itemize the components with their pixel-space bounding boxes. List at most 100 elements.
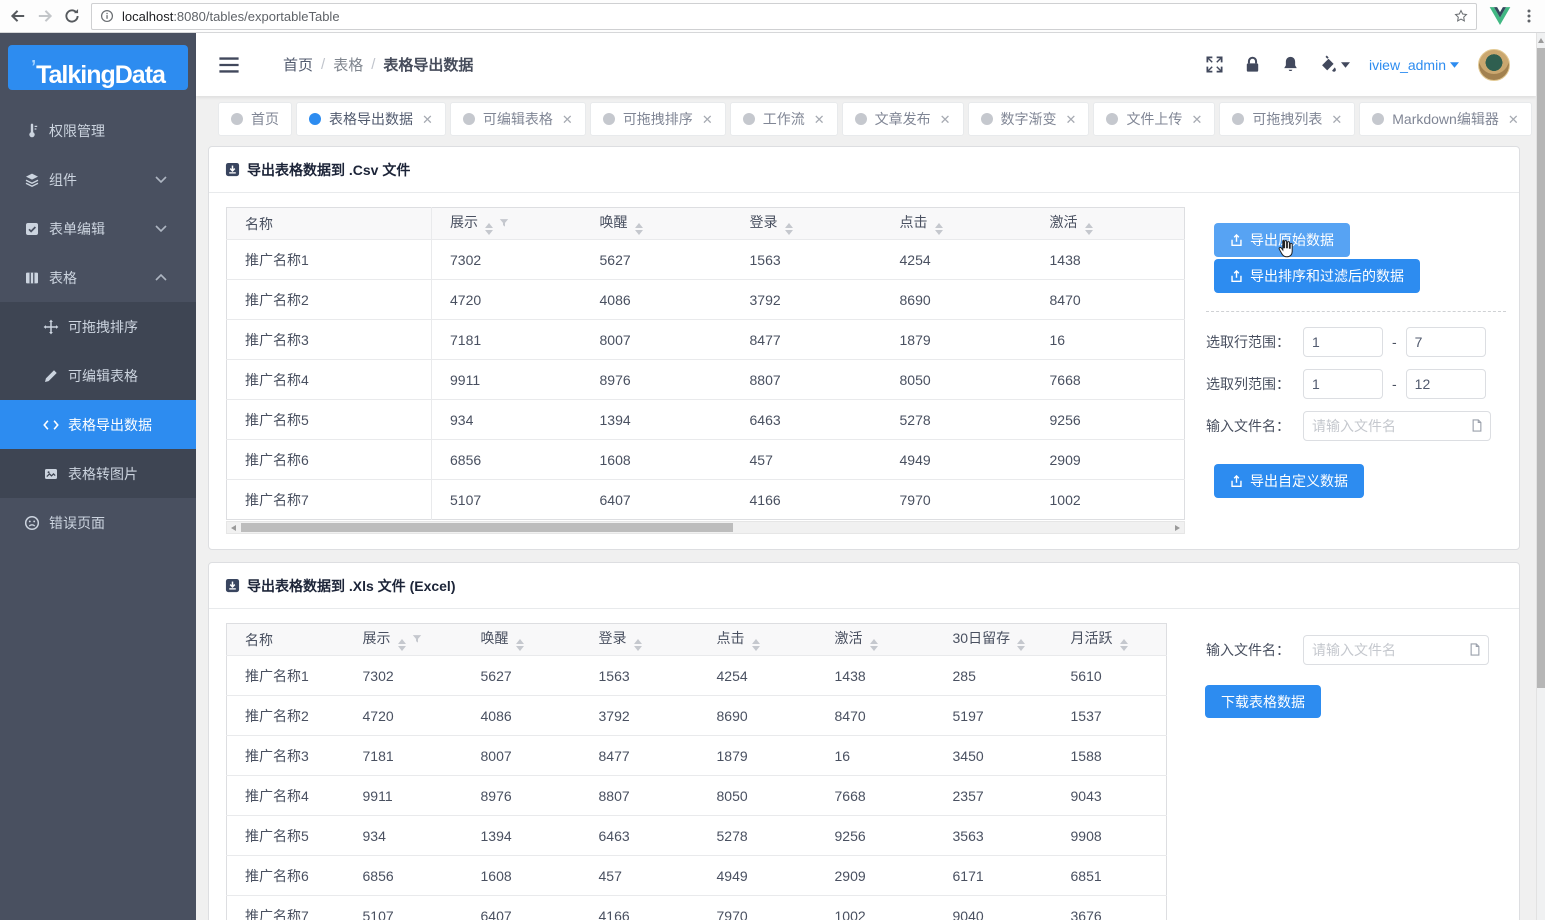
- tab-label: 首页: [251, 111, 279, 127]
- table-cell: 推广名称5: [226, 815, 345, 856]
- sort-caret-icon[interactable]: [869, 639, 878, 651]
- sidebar-item[interactable]: 表格转图片: [0, 449, 196, 498]
- filename-field: 输入文件名：: [1206, 411, 1491, 441]
- close-icon[interactable]: ✕: [1331, 113, 1342, 126]
- tab-item[interactable]: 可编辑表格 ✕: [449, 102, 586, 136]
- filter-icon[interactable]: [412, 634, 422, 644]
- button-label: 导出自定义数据: [1250, 473, 1348, 489]
- sort-caret-icon[interactable]: [934, 223, 943, 235]
- close-icon[interactable]: ✕: [814, 113, 825, 126]
- sidebar-item-active[interactable]: 表格导出数据: [0, 400, 196, 449]
- close-icon[interactable]: ✕: [1508, 113, 1519, 126]
- column-label: 名称: [245, 215, 273, 232]
- export-raw-button[interactable]: 导出原始数据: [1214, 223, 1350, 257]
- back-icon[interactable]: [9, 7, 27, 25]
- export-sorted-filtered-button[interactable]: 导出排序和过滤后的数据: [1214, 259, 1420, 293]
- sidebar-item[interactable]: 权限管理: [0, 106, 196, 155]
- sort-caret-icon[interactable]: [1017, 639, 1026, 651]
- table-cell: 推广名称2: [226, 695, 345, 736]
- breadcrumb-item[interactable]: 表格: [333, 54, 363, 75]
- table-cell: 1537: [1052, 695, 1167, 736]
- hamburger-menu-icon[interactable]: [218, 56, 240, 73]
- logo-text: TalkingData: [36, 61, 166, 89]
- close-icon[interactable]: ✕: [1191, 113, 1202, 126]
- table-cell: 1879: [698, 735, 817, 776]
- sort-caret-icon[interactable]: [634, 223, 643, 235]
- address-bar[interactable]: localhost:8080/tables/exportableTable: [91, 2, 1477, 30]
- breadcrumb-item[interactable]: 首页: [283, 54, 313, 75]
- sidebar-item[interactable]: 组件: [0, 155, 196, 204]
- sidebar-item[interactable]: 表单编辑: [0, 204, 196, 253]
- download-table-button[interactable]: 下载表格数据: [1205, 685, 1321, 718]
- close-icon[interactable]: ✕: [940, 113, 951, 126]
- tab-item[interactable]: 文件上传 ✕: [1093, 102, 1216, 136]
- user-dropdown[interactable]: iview_admin: [1369, 57, 1459, 73]
- bell-icon[interactable]: [1281, 55, 1300, 74]
- card-title: 导出表格数据到 .Csv 文件: [209, 147, 1519, 193]
- tab-item[interactable]: 数字渐变 ✕: [967, 102, 1090, 136]
- close-icon[interactable]: ✕: [422, 113, 433, 126]
- close-icon[interactable]: ✕: [562, 113, 573, 126]
- close-icon[interactable]: ✕: [702, 113, 713, 126]
- close-icon[interactable]: ✕: [1066, 113, 1077, 126]
- scrollbar-thumb[interactable]: [241, 523, 733, 532]
- col-range-to-input[interactable]: [1405, 369, 1486, 399]
- info-icon[interactable]: [100, 9, 114, 23]
- tab-item[interactable]: 可拖拽排序 ✕: [589, 102, 726, 136]
- tab-item[interactable]: 文章发布 ✕: [841, 102, 964, 136]
- tab-active[interactable]: 表格导出数据 ✕: [296, 102, 446, 136]
- sort-caret-icon[interactable]: [1084, 223, 1093, 235]
- tab-item[interactable]: 工作流 ✕: [729, 102, 838, 136]
- browser-menu-icon[interactable]: [1521, 8, 1537, 24]
- scroll-left-icon[interactable]: [231, 525, 236, 531]
- sidebar-item[interactable]: 可编辑表格: [0, 351, 196, 400]
- key-icon: [24, 123, 40, 139]
- xls-filename-input[interactable]: [1303, 635, 1489, 665]
- table-cell: 9256: [816, 815, 935, 856]
- sort-caret-icon[interactable]: [515, 639, 524, 651]
- avatar[interactable]: [1478, 48, 1510, 81]
- csv-filename-input[interactable]: [1303, 411, 1491, 441]
- sidebar-item[interactable]: 可拖拽排序: [0, 302, 196, 351]
- table-horizontal-scrollbar[interactable]: [226, 521, 1185, 534]
- col-range-from-input[interactable]: [1303, 369, 1383, 399]
- table-cell: 7181: [344, 735, 463, 776]
- sidebar-item-label: 组件: [49, 171, 77, 188]
- sort-caret-icon[interactable]: [633, 639, 642, 651]
- lock-icon[interactable]: [1243, 55, 1262, 74]
- bookmark-star-icon[interactable]: [1454, 9, 1468, 23]
- row-range-from-input[interactable]: [1303, 327, 1383, 357]
- reload-icon[interactable]: [63, 7, 81, 25]
- field-label: 输入文件名：: [1206, 642, 1290, 658]
- table-cell: 推广名称4: [226, 775, 345, 816]
- table-row: 推广名称3 7181 8007 8477 1879 16 3450 1588: [226, 735, 1167, 776]
- sort-caret-icon[interactable]: [784, 223, 793, 235]
- table-row: 推广名称1 7302 5627 1563 4254 1438: [226, 239, 1185, 280]
- sort-caret-icon[interactable]: [485, 223, 493, 235]
- sort-caret-icon[interactable]: [397, 639, 406, 651]
- scroll-up-icon[interactable]: [1538, 38, 1544, 43]
- tab-item[interactable]: Markdown编辑器 ✕: [1359, 102, 1532, 136]
- tab-item[interactable]: 可拖拽列表 ✕: [1219, 102, 1356, 136]
- sort-caret-icon[interactable]: [751, 639, 760, 651]
- field-label: 选取列范围：: [1206, 376, 1290, 392]
- export-custom-button[interactable]: 导出自定义数据: [1214, 464, 1364, 498]
- sort-caret-icon[interactable]: [1119, 639, 1128, 651]
- filter-icon[interactable]: [499, 218, 509, 228]
- sidebar-item[interactable]: 错误页面: [0, 498, 196, 547]
- forward-icon[interactable]: [36, 7, 54, 25]
- tab-item[interactable]: 首页: [218, 102, 292, 136]
- fullscreen-icon[interactable]: [1205, 55, 1224, 74]
- scroll-right-icon[interactable]: [1175, 525, 1180, 531]
- tab-dot-icon: [231, 113, 243, 125]
- scrollbar-thumb[interactable]: [1537, 48, 1545, 688]
- theme-switch[interactable]: [1319, 55, 1350, 74]
- page-vertical-scrollbar[interactable]: [1536, 33, 1545, 920]
- sidebar-item[interactable]: 表格: [0, 253, 196, 302]
- column-header: 激活: [1031, 207, 1185, 240]
- table-cell: 8470: [1031, 279, 1185, 320]
- row-range-to-input[interactable]: [1405, 327, 1486, 357]
- url-path: :8080/tables/exportableTable: [173, 8, 340, 24]
- vue-devtools-icon[interactable]: [1489, 6, 1511, 26]
- table-cell: 1394: [462, 815, 581, 856]
